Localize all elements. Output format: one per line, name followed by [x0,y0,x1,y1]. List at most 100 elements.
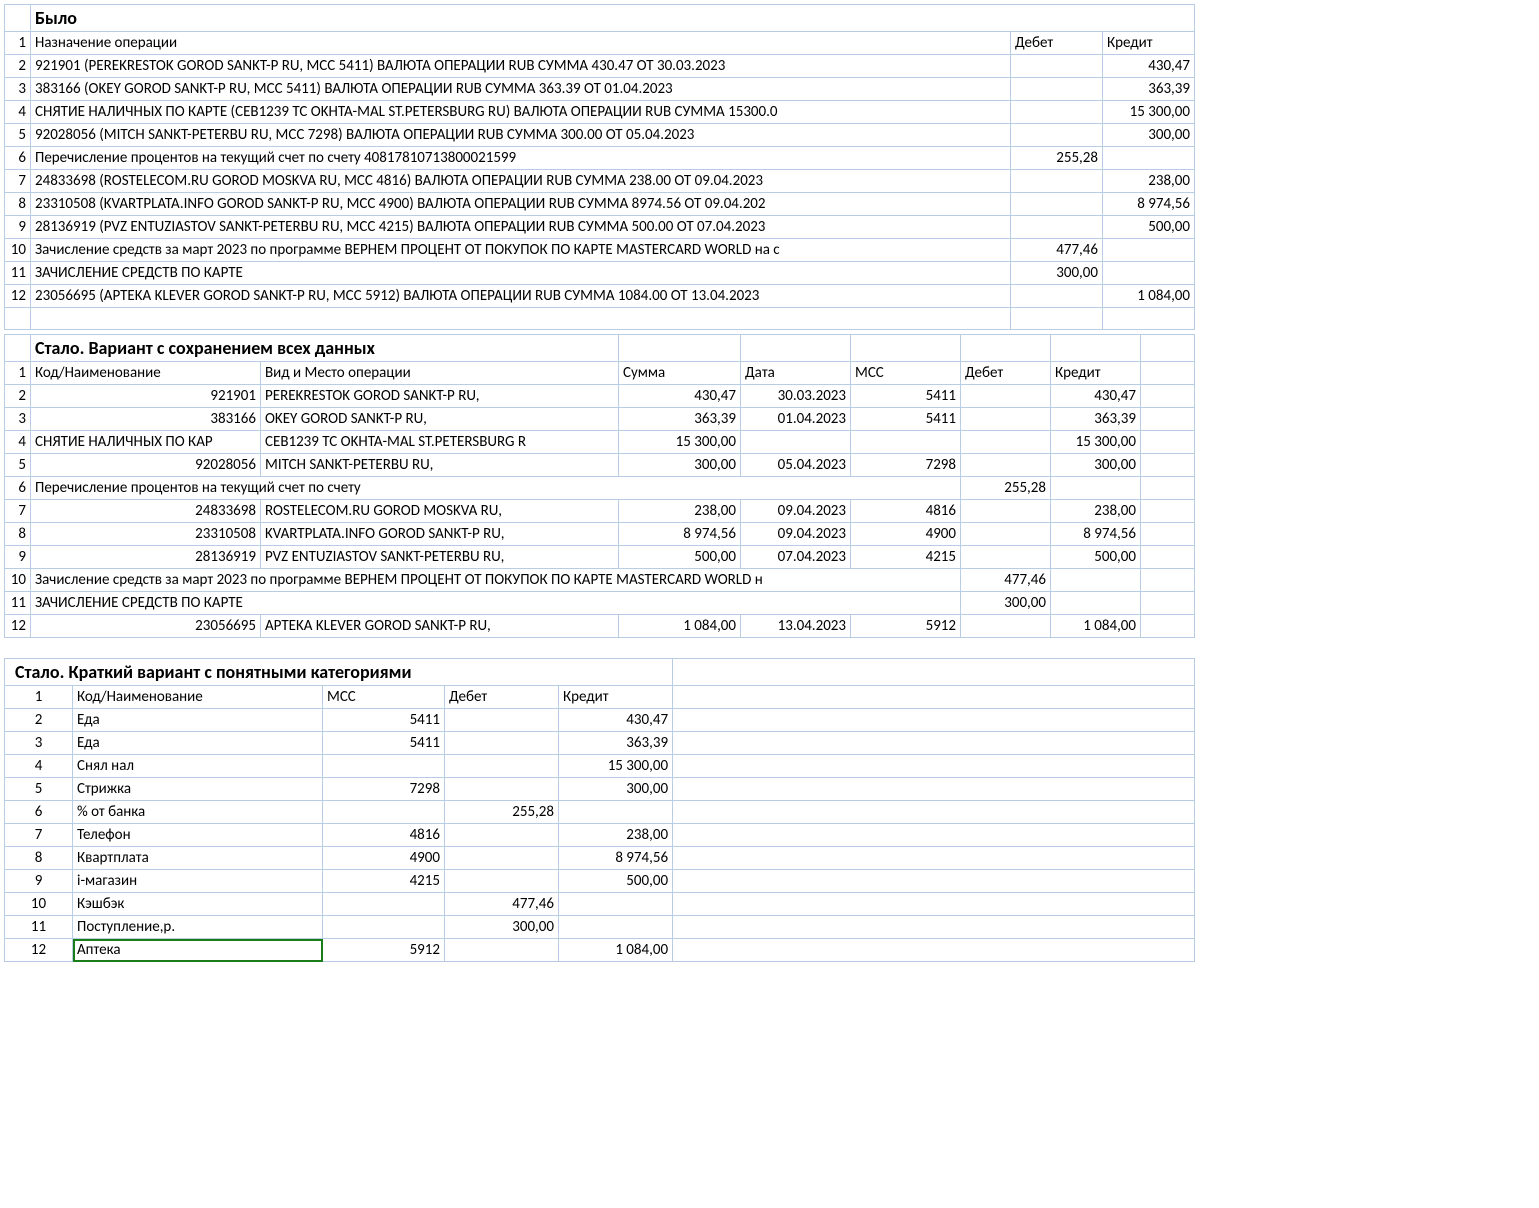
cell-debit[interactable] [1011,55,1103,78]
cell-code-selected[interactable]: Аптека [73,939,323,962]
cell-operation[interactable]: 383166 (OKEY GOROD SANKT-P RU, MCC 5411)… [31,78,1011,101]
cell-place[interactable]: OKEY GOROD SANKT-P RU, [261,408,619,431]
cell-place[interactable]: ROSTELECOM.RU GOROD MOSKVA RU, [261,500,619,523]
cell-mcc[interactable]: 5912 [323,939,445,962]
cell-code[interactable]: 23310508 [31,523,261,546]
cell-mcc[interactable] [323,755,445,778]
cell-debit[interactable]: 300,00 [1011,262,1103,285]
table-row[interactable]: 6% от банка255,28 [5,801,1195,824]
table-row[interactable]: 8Квартплата49008 974,56 [5,847,1195,870]
cell-debit[interactable] [445,778,559,801]
cell-credit[interactable]: 430,47 [559,709,673,732]
cell-date[interactable]: 05.04.2023 [741,454,851,477]
table-row[interactable]: 11Поступление,р.300,00 [5,916,1195,939]
cell-debit[interactable] [961,454,1051,477]
table-row[interactable]: 10Зачисление средств за март 2023 по про… [5,239,1195,262]
cell-sum[interactable]: 500,00 [619,546,741,569]
cell-code[interactable]: 24833698 [31,500,261,523]
cell-credit[interactable] [1051,569,1141,592]
cell-debit[interactable] [445,870,559,893]
table-row[interactable]: 11ЗАЧИСЛЕНИЕ СРЕДСТВ ПО КАРТЕ300,00 [5,262,1195,285]
cell-code[interactable]: СНЯТИЕ НАЛИЧНЫХ ПО КАР [31,431,261,454]
table-row[interactable]: 11ЗАЧИСЛЕНИЕ СРЕДСТВ ПО КАРТЕ300,00 [5,592,1195,615]
table-row[interactable]: 4Снял нал15 300,00 [5,755,1195,778]
cell-debit[interactable] [961,385,1051,408]
table-row[interactable]: 2Еда5411430,47 [5,709,1195,732]
cell-code[interactable]: ЗАЧИСЛЕНИЕ СРЕДСТВ ПО КАРТЕ [31,592,961,615]
cell-debit[interactable] [1011,285,1103,308]
cell-debit[interactable] [961,500,1051,523]
cell-debit[interactable]: 255,28 [445,801,559,824]
cell-debit[interactable] [961,523,1051,546]
cell-operation[interactable]: 23056695 (APTEKA KLEVER GOROD SANKT-P RU… [31,285,1011,308]
cell-date[interactable]: 13.04.2023 [741,615,851,638]
cell-credit[interactable]: 500,00 [1103,216,1195,239]
cell-code[interactable]: Еда [73,732,323,755]
cell-code[interactable]: Перечисление процентов на текущий счет п… [31,477,961,500]
cell-debit[interactable] [961,408,1051,431]
table-row[interactable]: 3383166 (OKEY GOROD SANKT-P RU, MCC 5411… [5,78,1195,101]
cell-operation[interactable]: 92028056 (MITCH SANKT-PETERBU RU, MCC 72… [31,124,1011,147]
cell-date[interactable]: 30.03.2023 [741,385,851,408]
cell-code[interactable]: Снял нал [73,755,323,778]
cell-code[interactable]: % от банка [73,801,323,824]
cell-debit[interactable] [961,431,1051,454]
cell-debit[interactable] [1011,193,1103,216]
table-row[interactable]: 1223056695APTEKA KLEVER GOROD SANKT-P RU… [5,615,1195,638]
cell-debit[interactable] [961,546,1051,569]
cell-debit[interactable] [1011,216,1103,239]
cell-credit[interactable]: 300,00 [559,778,673,801]
cell-code[interactable]: Телефон [73,824,323,847]
table-row[interactable]: 928136919PVZ ENTUZIASTOV SANKT-PETERBU R… [5,546,1195,569]
cell-code[interactable]: 23056695 [31,615,261,638]
cell-debit[interactable] [1011,78,1103,101]
cell-credit[interactable] [1051,477,1141,500]
cell-code[interactable]: 383166 [31,408,261,431]
table-row[interactable]: 592028056MITCH SANKT-PETERBU RU,300,0005… [5,454,1195,477]
cell-operation[interactable]: СНЯТИЕ НАЛИЧНЫХ ПО КАРТЕ (CEB1239 TC OKH… [31,101,1011,124]
cell-credit[interactable] [559,801,673,824]
cell-sum[interactable]: 363,39 [619,408,741,431]
table-row[interactable]: 823310508 (KVARTPLATA.INFO GOROD SANKT-P… [5,193,1195,216]
cell-sum[interactable]: 300,00 [619,454,741,477]
cell-credit[interactable]: 238,00 [1051,500,1141,523]
cell-place[interactable]: MITCH SANKT-PETERBU RU, [261,454,619,477]
table-row[interactable]: 3Еда5411363,39 [5,732,1195,755]
cell-debit[interactable]: 255,28 [961,477,1051,500]
cell-credit[interactable] [1103,239,1195,262]
cell-sum[interactable]: 430,47 [619,385,741,408]
cell-debit[interactable]: 477,46 [445,893,559,916]
cell-mcc[interactable] [323,916,445,939]
table-row[interactable]: 1223056695 (APTEKA KLEVER GOROD SANKT-P … [5,285,1195,308]
cell-credit[interactable]: 8 974,56 [1051,523,1141,546]
cell-code[interactable]: Еда [73,709,323,732]
cell-mcc[interactable]: 4215 [851,546,961,569]
cell-mcc[interactable]: 5411 [323,732,445,755]
cell-credit[interactable]: 238,00 [559,824,673,847]
table-row[interactable]: 928136919 (PVZ ENTUZIASTOV SANKT-PETERBU… [5,216,1195,239]
cell-credit[interactable]: 500,00 [559,870,673,893]
cell-credit[interactable]: 430,47 [1051,385,1141,408]
cell-debit[interactable]: 255,28 [1011,147,1103,170]
cell-place[interactable]: KVARTPLATA.INFO GOROD SANKT-P RU, [261,523,619,546]
cell-sum[interactable]: 15 300,00 [619,431,741,454]
cell-credit[interactable] [1103,147,1195,170]
cell-mcc[interactable]: 5912 [851,615,961,638]
table-row[interactable]: 6Перечисление процентов на текущий счет … [5,147,1195,170]
cell-credit[interactable]: 8 974,56 [1103,193,1195,216]
cell-credit[interactable]: 1 084,00 [1103,285,1195,308]
cell-mcc[interactable]: 7298 [323,778,445,801]
cell-debit[interactable] [1011,101,1103,124]
cell-operation[interactable]: 921901 (PEREKRESTOK GOROD SANKT-P RU, MC… [31,55,1011,78]
cell-place[interactable]: CEB1239 TC OKHTA-MAL ST.PETERSBURG R [261,431,619,454]
cell-debit[interactable]: 300,00 [445,916,559,939]
cell-date[interactable]: 09.04.2023 [741,523,851,546]
cell-credit[interactable]: 500,00 [1051,546,1141,569]
cell-credit[interactable] [1051,592,1141,615]
cell-debit[interactable] [1011,124,1103,147]
cell-date[interactable]: 07.04.2023 [741,546,851,569]
cell-sum[interactable]: 1 084,00 [619,615,741,638]
cell-operation[interactable]: 28136919 (PVZ ENTUZIASTOV SANKT-PETERBU … [31,216,1011,239]
cell-mcc[interactable] [851,431,961,454]
table-row[interactable]: 10Кэшбэк477,46 [5,893,1195,916]
